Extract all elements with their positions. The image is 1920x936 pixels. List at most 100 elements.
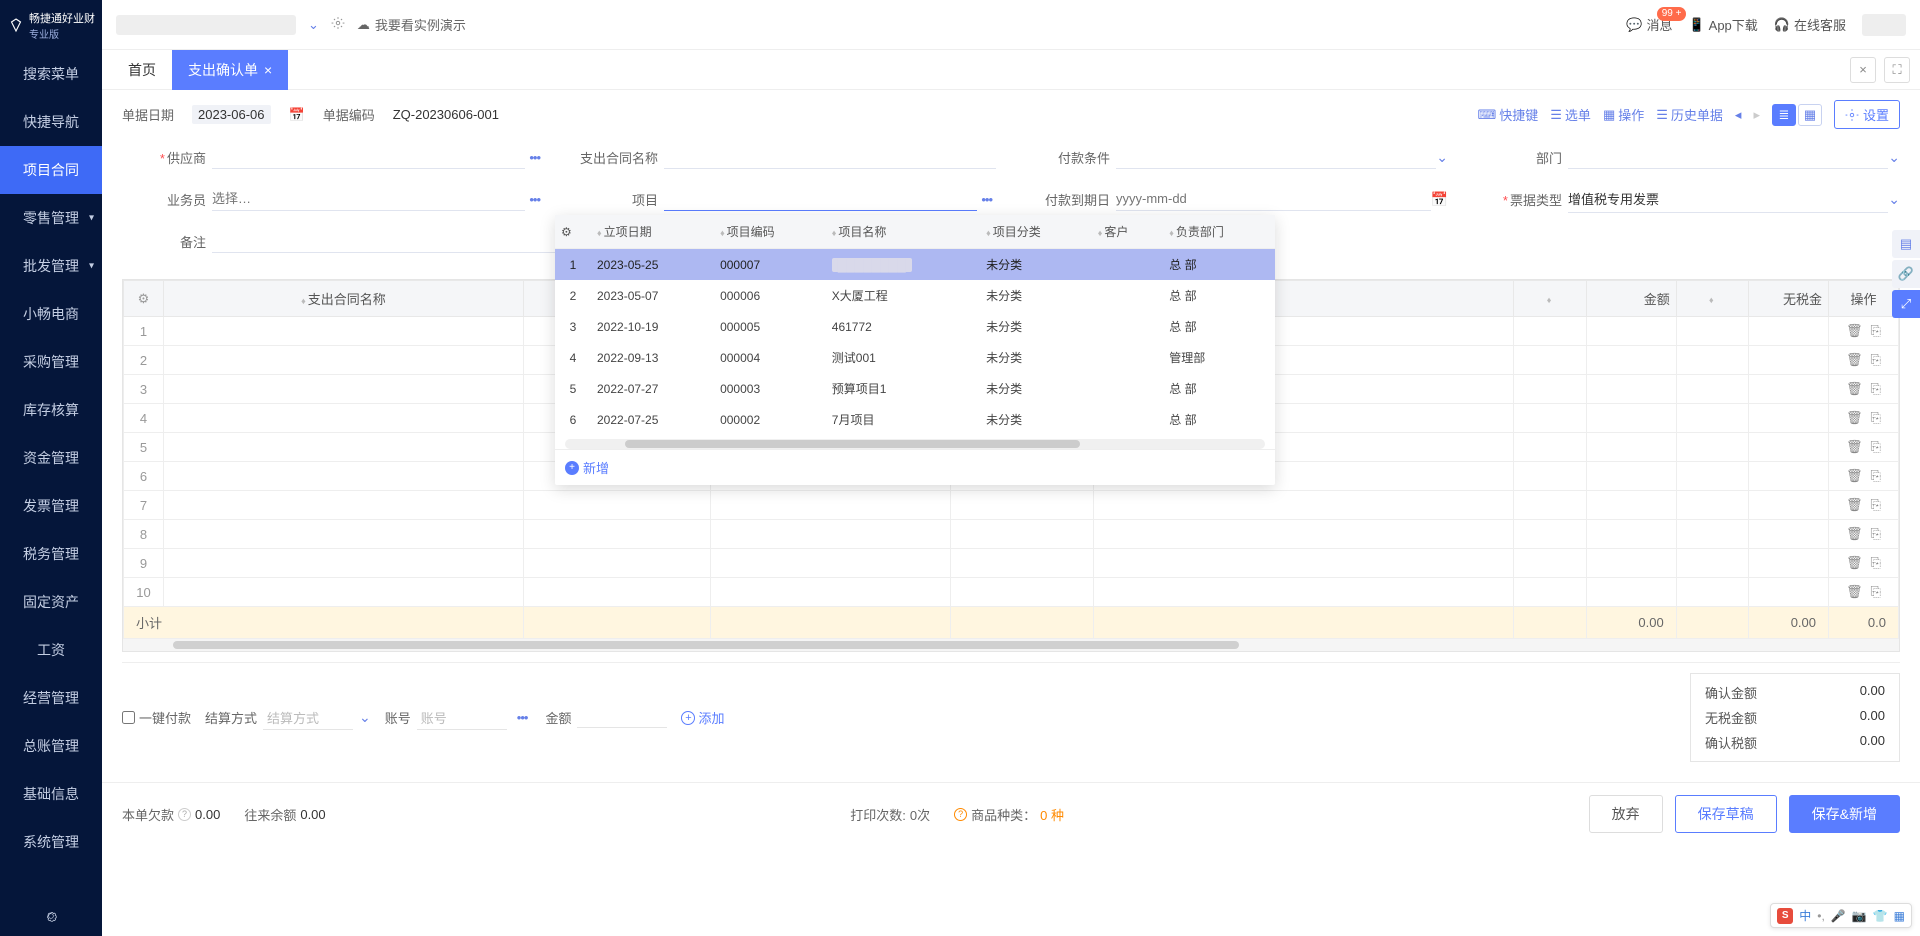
rail-expand[interactable]: ⤢: [1892, 290, 1920, 318]
delete-icon[interactable]: 🗑: [1846, 584, 1863, 600]
next-icon[interactable]: ▸: [1753, 107, 1760, 123]
dd-th-category[interactable]: ♦项目分类: [980, 215, 1092, 249]
copy-icon[interactable]: ⎘: [1871, 381, 1881, 397]
th-sort[interactable]: ♦: [1514, 281, 1586, 317]
dropdown-row[interactable]: 32022-10-19000005461772未分类总 部: [555, 311, 1275, 342]
rail-attach[interactable]: 🔗: [1892, 260, 1920, 288]
org-settings-icon[interactable]: [331, 16, 345, 33]
org-name-blur[interactable]: [116, 15, 296, 35]
delete-icon[interactable]: 🗑: [1846, 352, 1863, 368]
th-amount[interactable]: 金额: [1586, 281, 1676, 317]
tab-home[interactable]: 首页: [112, 50, 172, 90]
sidebar-item[interactable]: 工资: [0, 626, 102, 674]
copy-icon[interactable]: ⎘: [1871, 352, 1881, 368]
tab-expense-confirm[interactable]: 支出确认单 ×: [172, 50, 288, 90]
view-list[interactable]: ≣: [1772, 104, 1796, 126]
sidebar-item[interactable]: 批发管理▾: [0, 242, 102, 290]
calendar-icon[interactable]: 📅: [1431, 191, 1448, 208]
sidebar-item[interactable]: 库存核算: [0, 386, 102, 434]
info-icon[interactable]: ?: [178, 808, 191, 821]
sidebar-item[interactable]: 零售管理▾: [0, 194, 102, 242]
tab-fullscreen[interactable]: ⛶: [1884, 57, 1910, 83]
sidebar-item[interactable]: 项目合同: [0, 146, 102, 194]
copy-icon[interactable]: ⎘: [1871, 439, 1881, 455]
sidebar-item[interactable]: 系统管理: [0, 818, 102, 866]
sidebar-item[interactable]: 固定资产: [0, 578, 102, 626]
ime-toolbar[interactable]: S 中•,🎤📷👕▦: [1770, 903, 1912, 928]
copy-icon[interactable]: ⎘: [1871, 497, 1881, 513]
dd-th-code[interactable]: ♦项目编码: [714, 215, 826, 249]
chevron-down-icon[interactable]: ⌄: [1436, 149, 1448, 166]
copy-icon[interactable]: ⎘: [1871, 323, 1881, 339]
sidebar-item[interactable]: 经营管理: [0, 674, 102, 722]
dropdown-row[interactable]: 22023-05-07000006X大厦工程未分类总 部: [555, 280, 1275, 311]
th-sort2[interactable]: ♦: [1676, 281, 1748, 317]
sidebar-item[interactable]: 税务管理: [0, 530, 102, 578]
delete-icon[interactable]: 🗑: [1846, 555, 1863, 571]
settings-button[interactable]: 设置: [1834, 100, 1900, 129]
copy-icon[interactable]: ⎘: [1871, 526, 1881, 542]
delete-icon[interactable]: 🗑: [1846, 323, 1863, 339]
table-row[interactable]: 8 🗑⎘: [124, 520, 1899, 549]
th-notax[interactable]: 无税金: [1749, 281, 1829, 317]
dd-hscroll[interactable]: [565, 439, 1265, 449]
delete-icon[interactable]: 🗑: [1846, 468, 1863, 484]
online-service-button[interactable]: 🎧 在线客服: [1774, 15, 1846, 34]
sidebar-item[interactable]: 总账管理: [0, 722, 102, 770]
rail-note[interactable]: ▤: [1892, 230, 1920, 258]
sidebar-item[interactable]: 采购管理: [0, 338, 102, 386]
copy-icon[interactable]: ⎘: [1871, 468, 1881, 484]
voucher-button[interactable]: ☰ 选单: [1550, 105, 1591, 124]
sidebar-item[interactable]: 资金管理: [0, 434, 102, 482]
dropdown-row[interactable]: 42022-09-13000004测试001未分类管理部: [555, 342, 1275, 373]
more-icon[interactable]: •••: [525, 192, 544, 207]
tab-close-all[interactable]: ×: [1850, 57, 1876, 83]
th-contract[interactable]: ♦支出合同名称: [164, 281, 524, 317]
dropdown-row[interactable]: 12023-05-25000007████████未分类总 部: [555, 249, 1275, 281]
table-row[interactable]: 7 🗑⎘: [124, 491, 1899, 520]
sidebar-item[interactable]: 基础信息: [0, 770, 102, 818]
th-gear[interactable]: ⚙: [124, 281, 164, 317]
dd-th-date[interactable]: ♦立项日期: [591, 215, 714, 249]
sidebar-item[interactable]: 发票管理: [0, 482, 102, 530]
info-icon[interactable]: ?: [954, 808, 967, 821]
chevron-down-icon[interactable]: ⌄: [1888, 149, 1900, 166]
dd-gear[interactable]: ⚙: [555, 215, 591, 249]
date-value[interactable]: 2023-06-06: [192, 105, 271, 124]
operate-button[interactable]: ▦ 操作: [1603, 105, 1644, 124]
history-button[interactable]: ☰ 历史单据: [1656, 105, 1723, 124]
save-draft-button[interactable]: 保存草稿: [1675, 795, 1777, 833]
close-icon[interactable]: ×: [264, 62, 272, 78]
save-new-button[interactable]: 保存&新增: [1789, 795, 1900, 833]
app-download-button[interactable]: 📱 App下载: [1688, 15, 1757, 34]
delete-icon[interactable]: 🗑: [1846, 497, 1863, 513]
delete-icon[interactable]: 🗑: [1846, 381, 1863, 397]
calendar-icon[interactable]: 📅: [289, 107, 305, 123]
table-hscroll[interactable]: [123, 639, 1899, 651]
delete-icon[interactable]: 🗑: [1846, 410, 1863, 426]
dropdown-row[interactable]: 62022-07-250000027月项目未分类总 部: [555, 404, 1275, 435]
messages-button[interactable]: 💬 消息 99 +: [1626, 15, 1672, 34]
table-row[interactable]: 9 🗑⎘: [124, 549, 1899, 578]
dd-th-dept[interactable]: ♦负责部门: [1163, 215, 1275, 249]
dropdown-row[interactable]: 52022-07-27000003预算项目1未分类总 部: [555, 373, 1275, 404]
discard-button[interactable]: 放弃: [1589, 795, 1663, 833]
more-icon[interactable]: •••: [977, 192, 996, 207]
sidebar-settings[interactable]: [0, 899, 102, 936]
more-icon[interactable]: •••: [525, 150, 544, 165]
sidebar-item[interactable]: 搜索菜单: [0, 50, 102, 98]
sidebar-item[interactable]: 快捷导航: [0, 98, 102, 146]
view-grid[interactable]: ▦: [1798, 104, 1822, 126]
prev-icon[interactable]: ◂: [1735, 107, 1742, 123]
demo-link[interactable]: ☁ 我要看实例演示: [357, 15, 466, 34]
org-dropdown-icon[interactable]: ⌄: [308, 17, 319, 33]
dd-th-name[interactable]: ♦项目名称: [826, 215, 980, 249]
table-row[interactable]: 10 🗑⎘: [124, 578, 1899, 607]
delete-icon[interactable]: 🗑: [1846, 526, 1863, 542]
copy-icon[interactable]: ⎘: [1871, 555, 1881, 571]
copy-icon[interactable]: ⎘: [1871, 584, 1881, 600]
dd-th-customer[interactable]: ♦客户: [1092, 215, 1163, 249]
chevron-down-icon[interactable]: ⌄: [359, 709, 371, 726]
user-avatar[interactable]: [1862, 14, 1906, 36]
more-icon[interactable]: •••: [513, 710, 532, 725]
